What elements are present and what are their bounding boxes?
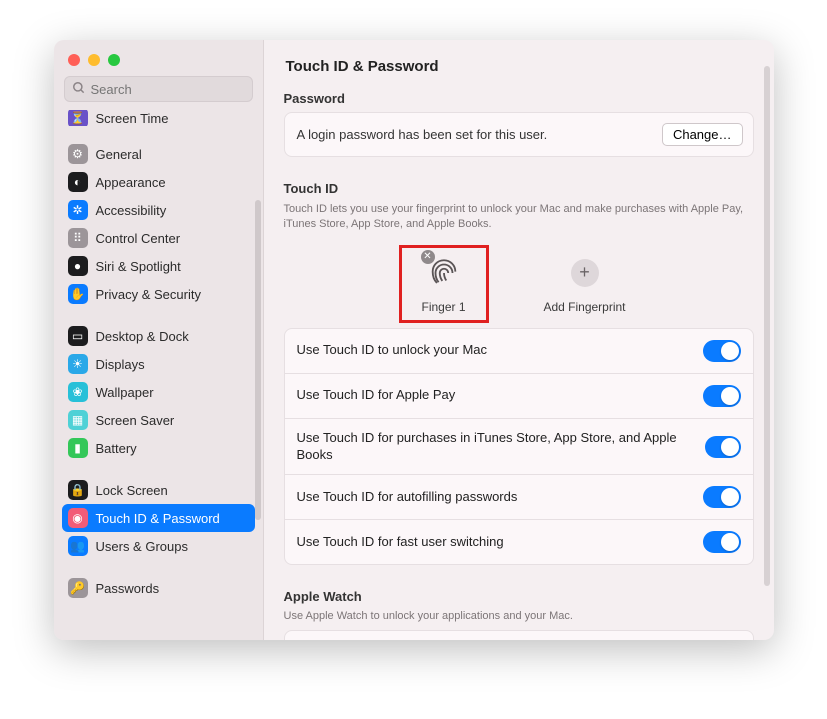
sidebar-item-touch-id-password[interactable]: ◉ Touch ID & Password	[62, 504, 255, 532]
sidebar-item-control-center[interactable]: ⠿ Control Center	[62, 224, 255, 252]
sidebar-item-label: Screen Saver	[96, 413, 175, 428]
appearance-icon: ◐	[68, 172, 88, 192]
sidebar-item-screen-time[interactable]: ⏳ Screen Time	[62, 110, 255, 126]
toggle-label: Use Touch ID to unlock your Mac	[297, 342, 500, 359]
fingerprint-icon: ✕	[423, 252, 465, 294]
sidebar-item-label: Accessibility	[96, 203, 167, 218]
touchid-toggle-2[interactable]	[705, 436, 741, 458]
add-fingerprint-label: Add Fingerprint	[543, 300, 625, 314]
change-password-button[interactable]: Change…	[662, 123, 743, 146]
toggle-label: Use Touch ID for fast user switching	[297, 534, 516, 551]
siri-spotlight-icon: ●	[68, 256, 88, 276]
sidebar-item-label: Lock Screen	[96, 483, 168, 498]
sidebar-item-battery[interactable]: ▮ Battery	[62, 434, 255, 462]
page-title: Touch ID & Password	[264, 40, 774, 91]
sidebar: ⏳ Screen Time ⚙ General ◐ Appearance ✲ Accessi…	[54, 40, 264, 640]
general-icon: ⚙	[68, 144, 88, 164]
sidebar-item-displays[interactable]: ☀ Displays	[62, 350, 255, 378]
touchid-description: Touch ID lets you use your fingerprint t…	[284, 202, 754, 232]
touchid-toggle-row-2: Use Touch ID for purchases in iTunes Sto…	[285, 418, 753, 475]
sidebar-item-label: Appearance	[96, 175, 166, 190]
sidebar-item-general[interactable]: ⚙ General	[62, 140, 255, 168]
applewatch-description: Use Apple Watch to unlock your applicati…	[284, 610, 754, 622]
search-input[interactable]	[64, 76, 253, 102]
displays-icon: ☀	[68, 354, 88, 374]
sidebar-item-users-groups[interactable]: 👥 Users & Groups	[62, 532, 255, 560]
control-center-icon: ⠿	[68, 228, 88, 248]
settings-window: ⏳ Screen Time ⚙ General ◐ Appearance ✲ Accessi…	[54, 40, 774, 640]
toggle-label: Use Touch ID for purchases in iTunes Sto…	[297, 430, 705, 464]
sidebar-item-label: Privacy & Security	[96, 287, 201, 302]
touchid-toggle-row-3: Use Touch ID for autofilling passwords	[285, 474, 753, 519]
touchid-toggle-row-1: Use Touch ID for Apple Pay	[285, 373, 753, 418]
touchid-heading: Touch ID	[284, 181, 754, 196]
sidebar-item-wallpaper[interactable]: ❀ Wallpaper	[62, 378, 255, 406]
touchid-toggle-1[interactable]	[703, 385, 741, 407]
desktop-dock-icon: ▭	[68, 326, 88, 346]
accessibility-icon: ✲	[68, 200, 88, 220]
sidebar-item-screen-saver[interactable]: ▦ Screen Saver	[62, 406, 255, 434]
sidebar-item-label: Touch ID & Password	[96, 511, 220, 526]
toggle-label: Use Touch ID for autofilling passwords	[297, 489, 530, 506]
fullscreen-icon[interactable]	[108, 54, 120, 66]
window-controls	[54, 40, 263, 76]
sidebar-item-accessibility[interactable]: ✲ Accessibility	[62, 196, 255, 224]
sidebar-item-label: Desktop & Dock	[96, 329, 189, 344]
screen-saver-icon: ▦	[68, 410, 88, 430]
hourglass-icon: ⏳	[68, 110, 88, 126]
add-fingerprint-button[interactable]: + Add Fingerprint	[540, 252, 630, 314]
applewatch-heading: Apple Watch	[284, 589, 754, 604]
main-panel: Touch ID & Password Password A login pas…	[264, 40, 774, 640]
sidebar-item-label: Control Center	[96, 231, 181, 246]
touchid-toggle-4[interactable]	[703, 531, 741, 553]
sidebar-item-label: Displays	[96, 357, 145, 372]
fingerprint-label: Finger 1	[421, 300, 465, 314]
touchid-toggle-row-0: Use Touch ID to unlock your Mac	[285, 329, 753, 373]
wallpaper-icon: ❀	[68, 382, 88, 402]
sidebar-item-label: Passwords	[96, 581, 160, 596]
sidebar-item-lock-screen[interactable]: 🔒 Lock Screen	[62, 476, 255, 504]
sidebar-item-label: Users & Groups	[96, 539, 188, 554]
sidebar-item-privacy-security[interactable]: ✋ Privacy & Security	[62, 280, 255, 308]
sidebar-item-label: Screen Time	[96, 111, 169, 126]
passwords-icon: 🔑	[68, 578, 88, 598]
sidebar-item-label: Battery	[96, 441, 137, 456]
sidebar-item-desktop-dock[interactable]: ▭ Desktop & Dock	[62, 322, 255, 350]
sidebar-item-appearance[interactable]: ◐ Appearance	[62, 168, 255, 196]
sidebar-item-siri-spotlight[interactable]: ● Siri & Spotlight	[62, 252, 255, 280]
search-icon	[72, 81, 86, 100]
applewatch-row: Sydney's Apple Watch	[285, 631, 753, 640]
touchid-toggle-3[interactable]	[703, 486, 741, 508]
password-heading: Password	[284, 91, 754, 106]
sidebar-scrollbar[interactable]	[255, 200, 261, 520]
fingerprint-finger-1[interactable]: ✕ Finger 1	[399, 245, 489, 323]
main-scrollbar[interactable]	[764, 66, 770, 586]
touch-id-password-icon: ◉	[68, 508, 88, 528]
battery-icon: ▮	[68, 438, 88, 458]
sidebar-list: ⏳ Screen Time ⚙ General ◐ Appearance ✲ Accessi…	[54, 110, 263, 640]
password-row: A login password has been set for this u…	[285, 113, 753, 156]
password-status: A login password has been set for this u…	[297, 127, 548, 142]
touchid-toggle-0[interactable]	[703, 340, 741, 362]
sidebar-item-label: General	[96, 147, 142, 162]
touchid-toggle-row-4: Use Touch ID for fast user switching	[285, 519, 753, 564]
sidebar-item-label: Siri & Spotlight	[96, 259, 181, 274]
delete-fingerprint-icon[interactable]: ✕	[421, 250, 435, 264]
plus-icon: +	[571, 259, 599, 287]
lock-screen-icon: 🔒	[68, 480, 88, 500]
minimize-icon[interactable]	[88, 54, 100, 66]
sidebar-item-passwords[interactable]: 🔑 Passwords	[62, 574, 255, 602]
privacy-security-icon: ✋	[68, 284, 88, 304]
sidebar-item-label: Wallpaper	[96, 385, 154, 400]
toggle-label: Use Touch ID for Apple Pay	[297, 387, 468, 404]
users-groups-icon: 👥	[68, 536, 88, 556]
close-icon[interactable]	[68, 54, 80, 66]
fingerprint-grid: ✕ Finger 1 + Add Fingerprint	[284, 244, 754, 328]
